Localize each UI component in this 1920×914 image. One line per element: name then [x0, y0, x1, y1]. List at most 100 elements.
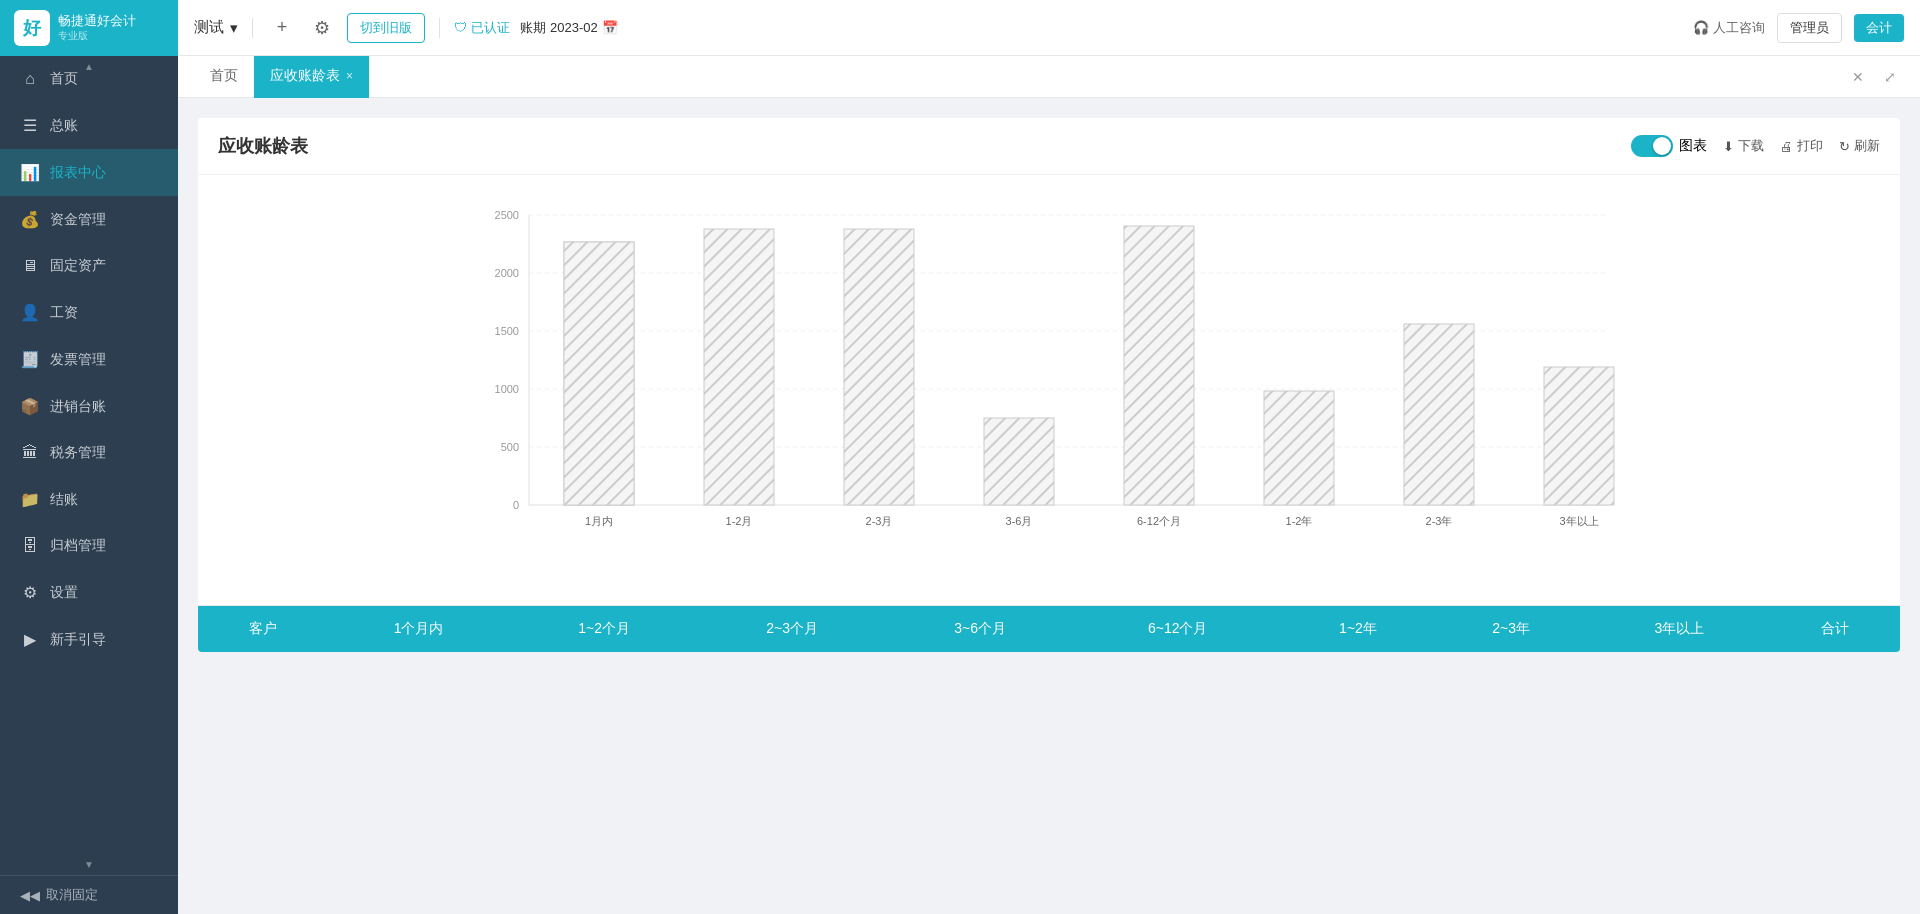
table-header-row: 客户 1个月内 1~2个月 2~3个月 3~6个月 6~12个月 1~2年 2~…: [198, 606, 1900, 652]
logo-icon: 好: [14, 10, 50, 46]
bar-chart: 0 500 1000 1500 2000 2500: [228, 195, 1870, 575]
add-btn[interactable]: +: [267, 13, 297, 43]
download-btn[interactable]: ⬇ 下载: [1723, 137, 1764, 155]
sidebar-item-label: 结账: [50, 491, 78, 509]
archive-icon: 🗄: [20, 537, 40, 555]
sidebar-item-archive[interactable]: 🗄 归档管理: [0, 523, 178, 569]
tax-icon: 🏛: [20, 444, 40, 462]
unpin-btn[interactable]: ◀◀ 取消固定: [0, 875, 178, 914]
sidebar-item-ledger[interactable]: ☰ 总账: [0, 102, 178, 149]
scroll-up-btn[interactable]: ▲: [0, 56, 178, 76]
svg-text:500: 500: [501, 441, 519, 453]
certified-label: 已认证: [471, 19, 510, 37]
print-icon: 🖨: [1780, 139, 1793, 154]
tab-receivable-aging[interactable]: 应收账龄表 ×: [254, 56, 369, 98]
reports-icon: 📊: [20, 163, 40, 182]
sidebar-nav: ⌂ 首页 ☰ 总账 📊 报表中心 💰 资金管理 🖥 固定资产 👤 工资 🧾 发票…: [0, 56, 178, 875]
tab-close-btn[interactable]: ×: [346, 69, 353, 83]
sidebar-item-label: 新手引导: [50, 631, 106, 649]
col-customer: 客户: [198, 606, 327, 652]
sidebar-item-settings[interactable]: ⚙ 设置: [0, 569, 178, 616]
scroll-down-btn[interactable]: ▼: [0, 854, 178, 874]
col-1-2mo: 1~2个月: [510, 606, 698, 652]
settings-gear-btn[interactable]: ⚙: [307, 13, 337, 43]
user-btn[interactable]: 管理员: [1777, 13, 1842, 43]
sidebar-item-label: 进销台账: [50, 398, 106, 416]
consult-btn[interactable]: 🎧 人工咨询: [1693, 19, 1765, 37]
toggle-label: 图表: [1679, 137, 1707, 155]
page-content: 应收账龄表 图表 ⬇ 下载 🖨: [178, 98, 1920, 914]
sidebar: 好 畅捷通好会计 专业版 ▲ ⌂ 首页 ☰ 总账 📊 报表中心 💰 资金管理 🖥…: [0, 0, 178, 914]
invoices-icon: 🧾: [20, 350, 40, 369]
calendar-icon: 📅: [602, 20, 618, 35]
sidebar-logo: 好 畅捷通好会计 专业版: [0, 0, 178, 56]
tabs-bar: 首页 应收账龄表 × ✕ ⤢: [178, 56, 1920, 98]
switch-version-btn[interactable]: 切到旧版: [347, 13, 425, 43]
svg-text:1000: 1000: [495, 383, 519, 395]
tab-home-label: 首页: [210, 67, 238, 85]
download-label: 下载: [1738, 137, 1764, 155]
sidebar-item-funds[interactable]: 💰 资金管理: [0, 196, 178, 243]
svg-rect-21: [1404, 324, 1474, 505]
headset-icon: 🎧: [1693, 20, 1709, 35]
svg-rect-16: [704, 229, 774, 505]
refresh-label: 刷新: [1854, 137, 1880, 155]
toggle-thumb: [1653, 137, 1671, 155]
expand-btn[interactable]: ⤢: [1876, 63, 1904, 91]
sidebar-item-guide[interactable]: ▶ 新手引导: [0, 616, 178, 663]
sidebar-item-label: 归档管理: [50, 537, 106, 555]
trade-icon: 📦: [20, 397, 40, 416]
project-name: 测试: [194, 18, 224, 37]
period-label: 账期: [520, 19, 546, 37]
logo-badge: 专业版: [58, 29, 136, 43]
refresh-btn[interactable]: ↻ 刷新: [1839, 137, 1880, 155]
col-6-12mo: 6~12个月: [1074, 606, 1281, 652]
sidebar-item-invoices[interactable]: 🧾 发票管理: [0, 336, 178, 383]
chart-toggle[interactable]: [1631, 135, 1673, 157]
svg-rect-18: [984, 418, 1054, 505]
svg-rect-15: [564, 242, 634, 505]
print-btn[interactable]: 🖨 打印: [1780, 137, 1823, 155]
unpin-icon: ◀◀: [20, 888, 40, 903]
ledger-icon: ☰: [20, 116, 40, 135]
refresh-icon: ↻: [1839, 139, 1850, 154]
svg-text:6-12个月: 6-12个月: [1137, 515, 1181, 527]
svg-text:3-6月: 3-6月: [1006, 515, 1033, 527]
col-1mo: 1个月内: [327, 606, 510, 652]
page-title: 应收账龄表: [218, 134, 308, 158]
sidebar-item-wages[interactable]: 👤 工资: [0, 289, 178, 336]
data-table-wrap: 客户 1个月内 1~2个月 2~3个月 3~6个月 6~12个月 1~2年 2~…: [198, 605, 1900, 652]
acct-btn[interactable]: 会计: [1854, 14, 1904, 42]
unpin-label: 取消固定: [46, 886, 98, 904]
svg-text:1500: 1500: [495, 325, 519, 337]
content-area: 首页 应收账龄表 × ✕ ⤢ 应收账龄表: [178, 56, 1920, 914]
divider2: [439, 18, 440, 38]
sidebar-item-label: 总账: [50, 117, 78, 135]
print-label: 打印: [1797, 137, 1823, 155]
logo-text: 畅捷通好会计: [58, 13, 136, 30]
svg-text:0: 0: [513, 499, 519, 511]
sidebar-item-label: 报表中心: [50, 164, 106, 182]
close-window-btn[interactable]: ✕: [1844, 63, 1872, 91]
sidebar-item-close[interactable]: 📁 结账: [0, 476, 178, 523]
tab-home[interactable]: 首页: [194, 56, 254, 98]
sidebar-item-assets[interactable]: 🖥 固定资产: [0, 243, 178, 289]
sidebar-item-trade[interactable]: 📦 进销台账: [0, 383, 178, 430]
divider1: [252, 18, 253, 38]
svg-text:1-2年: 1-2年: [1286, 515, 1313, 527]
chart-toggle-wrap: 图表: [1631, 135, 1707, 157]
sidebar-item-label: 工资: [50, 304, 78, 322]
svg-text:3年以上: 3年以上: [1559, 515, 1598, 527]
funds-icon: 💰: [20, 210, 40, 229]
chevron-down-icon: ▾: [230, 19, 238, 37]
sidebar-item-tax[interactable]: 🏛 税务管理: [0, 430, 178, 476]
sidebar-item-label: 设置: [50, 584, 78, 602]
svg-text:1-2月: 1-2月: [726, 515, 753, 527]
main-card: 应收账龄表 图表 ⬇ 下载 🖨: [198, 118, 1900, 652]
svg-rect-17: [844, 229, 914, 505]
project-selector[interactable]: 测试 ▾: [194, 18, 238, 37]
topbar: 测试 ▾ + ⚙ 切到旧版 🛡 已认证 账期 2023-02 📅 🎧 人工咨询 …: [178, 0, 1920, 56]
sidebar-item-reports[interactable]: 📊 报表中心: [0, 149, 178, 196]
shield-icon: 🛡: [454, 20, 467, 35]
consult-label: 人工咨询: [1713, 19, 1765, 37]
